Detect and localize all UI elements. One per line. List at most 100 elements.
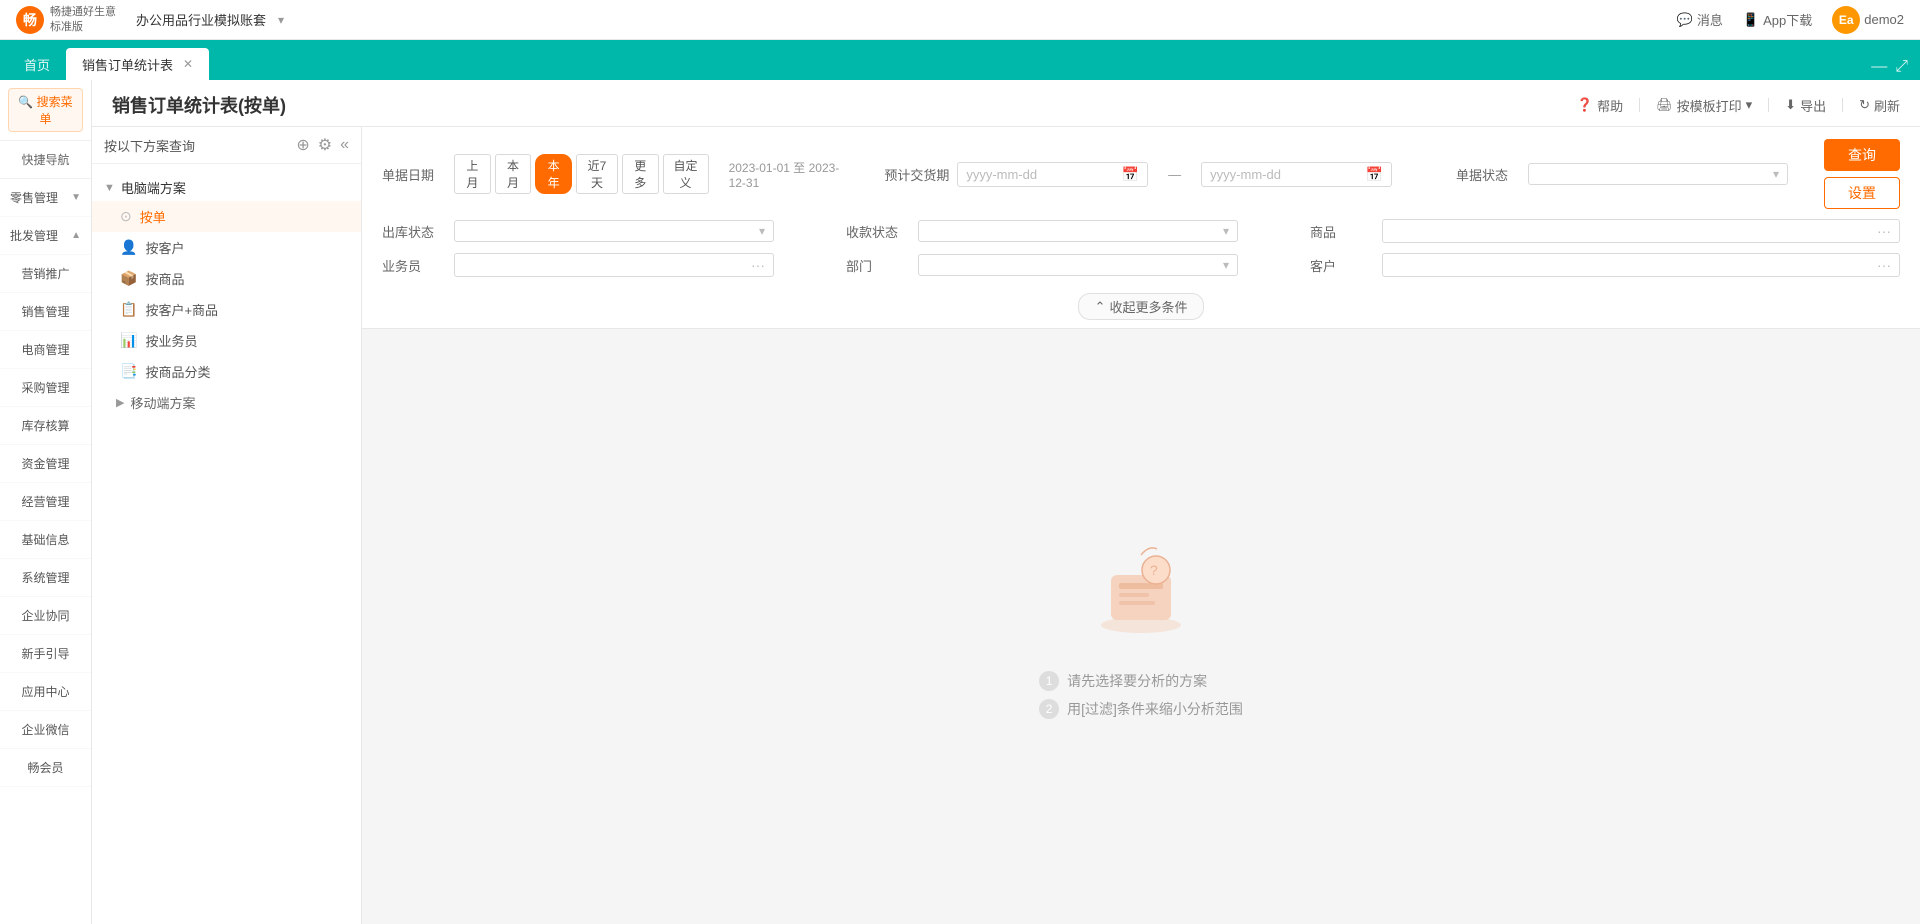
sidebar-item-purchase[interactable]: 采购管理 [0, 369, 91, 407]
sidebar-item-operations[interactable]: 经营管理 [0, 483, 91, 521]
shipment-select[interactable]: ▾ [454, 220, 774, 242]
scheme-item-by-product-category[interactable]: 📑 按商品分类 [92, 356, 361, 387]
expected-date-from-input[interactable]: 📅 [957, 162, 1148, 187]
app-download-action[interactable]: 📱 App下载 [1743, 10, 1812, 29]
collapse-button[interactable]: ⌃ 收起更多条件 [1078, 293, 1205, 320]
export-button[interactable]: ⬇ 导出 [1785, 96, 1826, 115]
salesperson-more-icon[interactable]: ··· [751, 257, 765, 273]
shipment-label: 出库状态 [382, 222, 438, 241]
empty-illustration: ? [1081, 535, 1201, 655]
add-scheme-icon[interactable]: ⊕ [296, 135, 309, 155]
settings-scheme-icon[interactable]: ⚙ [318, 135, 332, 155]
page-actions: ❓ 帮助 🖨 按模板打印 ▾ ⬇ 导出 ↻ 刷新 [1577, 96, 1900, 115]
expected-date-from-field[interactable] [966, 167, 1117, 182]
print-icon: 🖨 [1656, 97, 1673, 113]
customer-field[interactable] [1391, 258, 1869, 273]
status-label: 单据状态 [1456, 165, 1512, 184]
customer-label: 客户 [1310, 256, 1366, 275]
customer-input[interactable]: ··· [1382, 253, 1900, 277]
expected-date-to-input[interactable]: 📅 [1201, 162, 1392, 187]
user-avatar-action[interactable]: Ea demo2 [1832, 6, 1904, 34]
date-btn-thisyear[interactable]: 本年 [535, 154, 572, 194]
sidebar-item-basic[interactable]: 基础信息 [0, 521, 91, 559]
collapse-scheme-icon[interactable]: « [340, 136, 349, 154]
sidebar-item-finance[interactable]: 资金管理 [0, 445, 91, 483]
logo-area: 畅 畅捷通好生意 标准版 [16, 5, 116, 34]
group-expand-icon: ▼ [104, 182, 115, 194]
quick-nav-button[interactable]: 快捷导航 [0, 145, 91, 174]
app-dropdown-icon[interactable]: ▾ [278, 13, 284, 27]
scheme-list: ▼ 电脑端方案 ⊙ 按单 👤 按客户 📦 按 [92, 164, 361, 424]
help-icon: ❓ [1577, 97, 1593, 113]
sidebar-item-member[interactable]: 畅会员 [0, 749, 91, 787]
product-field[interactable] [1391, 224, 1869, 239]
scheme-item-icon: 📦 [120, 270, 137, 287]
filter-row-1: 单据日期 上月 本月 本年 近7天 更多 自定义 2023-01-01 至 20… [382, 139, 1900, 209]
department-label: 部门 [846, 256, 902, 275]
sidebar-item-enterprise[interactable]: 企业协同 [0, 597, 91, 635]
scheme-item-by-order[interactable]: ⊙ 按单 [92, 201, 361, 232]
scheme-item-icon: 📊 [120, 332, 137, 349]
help-button[interactable]: ❓ 帮助 [1577, 96, 1623, 115]
hint-num-2: 2 [1039, 699, 1059, 719]
app-title: 办公用品行业模拟账套 [136, 10, 266, 29]
date-btn-more[interactable]: 更多 [622, 154, 659, 194]
sidebar-item-system[interactable]: 系统管理 [0, 559, 91, 597]
sidebar-item-wholesale[interactable]: 批发管理 ▲ [0, 217, 91, 255]
salesperson-label: 业务员 [382, 256, 438, 275]
content-body: ? 1 请先选择要分析的方案 2 用[过滤]条件来缩小分析范围 [362, 329, 1920, 924]
department-select[interactable]: ▾ [918, 254, 1238, 276]
scheme-item-by-salesperson[interactable]: 📊 按业务员 [92, 325, 361, 356]
tab-close-icon[interactable]: ✕ [183, 57, 193, 71]
scheme-group-mobile-header[interactable]: ▶ 移动端方案 [92, 387, 361, 416]
expected-date-to-field[interactable] [1210, 167, 1361, 182]
sidebar-item-inventory[interactable]: 库存核算 [0, 407, 91, 445]
quick-nav-section: 快捷导航 [0, 141, 91, 179]
product-label: 商品 [1310, 222, 1366, 241]
reset-button[interactable]: 设置 [1824, 177, 1900, 209]
top-bar-left: 畅 畅捷通好生意 标准版 办公用品行业模拟账套 ▾ [16, 5, 284, 34]
main-layout: 🔍 搜索菜单 快捷导航 零售管理 ▼ 批发管理 ▲ 营销推广 销售管理 [0, 80, 1920, 924]
search-menu-button[interactable]: 🔍 搜索菜单 [8, 88, 83, 132]
customer-more-icon[interactable]: ··· [1877, 257, 1891, 273]
message-action[interactable]: 💬 消息 [1677, 10, 1723, 29]
salesperson-input[interactable]: ··· [454, 253, 774, 277]
sidebar-item-newbie[interactable]: 新手引导 [0, 635, 91, 673]
print-button[interactable]: 🖨 按模板打印 ▾ [1656, 96, 1752, 115]
minimize-icon[interactable]: — [1871, 58, 1887, 76]
sidebar: 🔍 搜索菜单 快捷导航 零售管理 ▼ 批发管理 ▲ 营销推广 销售管理 [0, 80, 92, 924]
scheme-item-by-product[interactable]: 📦 按商品 [92, 263, 361, 294]
calendar-icon: 📅 [1122, 166, 1139, 183]
product-input[interactable]: ··· [1382, 219, 1900, 243]
sidebar-item-ecommerce[interactable]: 电商管理 [0, 331, 91, 369]
date-btn-lastmonth[interactable]: 上月 [454, 154, 491, 194]
date-buttons: 上月 本月 本年 近7天 更多 自定义 [454, 154, 709, 194]
date-btn-7days[interactable]: 近7天 [576, 154, 618, 194]
scheme-group-desktop-header[interactable]: ▼ 电脑端方案 [92, 172, 361, 201]
sidebar-items: 零售管理 ▼ 批发管理 ▲ 营销推广 销售管理 电商管理 采购管理 库存核算 [0, 179, 91, 787]
export-icon: ⬇ [1785, 97, 1796, 113]
status-select[interactable]: ▾ [1528, 163, 1788, 185]
tab-sales-order-stats[interactable]: 销售订单统计表 ✕ [66, 48, 209, 80]
scheme-item-by-customer-product[interactable]: 📋 按客户+商品 [92, 294, 361, 325]
sidebar-item-marketing[interactable]: 营销推广 [0, 255, 91, 293]
query-button[interactable]: 查询 [1824, 139, 1900, 171]
maximize-icon[interactable]: ⤢ [1895, 58, 1908, 76]
sidebar-item-retail[interactable]: 零售管理 ▼ [0, 179, 91, 217]
empty-hint-2: 2 用[过滤]条件来缩小分析范围 [1039, 699, 1243, 719]
sidebar-item-corpwechat[interactable]: 企业微信 [0, 711, 91, 749]
scheme-item-by-customer[interactable]: 👤 按客户 [92, 232, 361, 263]
product-more-icon[interactable]: ··· [1877, 223, 1891, 239]
refresh-button[interactable]: ↻ 刷新 [1859, 96, 1900, 115]
salesperson-field[interactable] [463, 258, 743, 273]
logo-icon: 畅 [16, 6, 44, 34]
scheme-group-desktop: ▼ 电脑端方案 ⊙ 按单 👤 按客户 📦 按 [92, 172, 361, 387]
date-btn-custom[interactable]: 自定义 [663, 154, 709, 194]
chevron-icon: ▲ [71, 230, 81, 241]
payment-select[interactable]: ▾ [918, 220, 1238, 242]
date-btn-thismonth[interactable]: 本月 [495, 154, 532, 194]
sidebar-item-appcenter[interactable]: 应用中心 [0, 673, 91, 711]
filter-area: 单据日期 上月 本月 本年 近7天 更多 自定义 2023-01-01 至 20… [362, 127, 1920, 329]
tab-home[interactable]: 首页 [8, 48, 66, 80]
sidebar-item-sales[interactable]: 销售管理 [0, 293, 91, 331]
